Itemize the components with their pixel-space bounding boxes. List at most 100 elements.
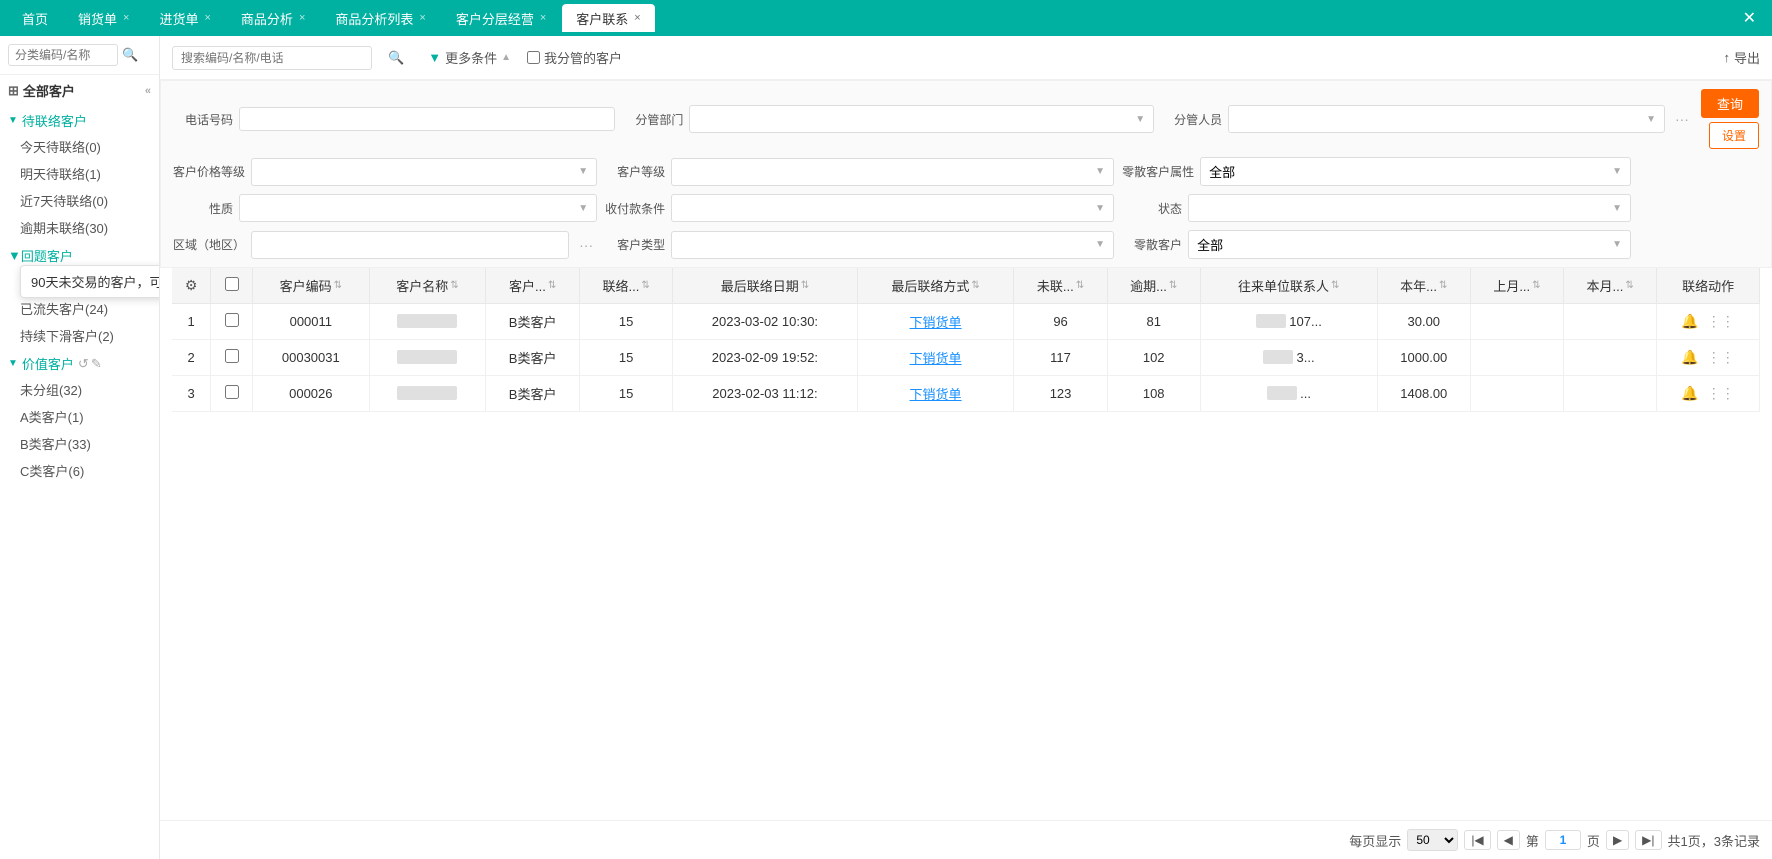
dept-select[interactable]: ▼ [689,105,1154,133]
search-button[interactable]: 🔍 [380,46,412,70]
cell-last-type[interactable]: 下销货单 [857,304,1014,340]
tab-product-analysis[interactable]: 商品分析 × [227,4,319,32]
sidebar-item-class-c[interactable]: C类客户(6) [0,457,159,484]
chevron-down-icon: ▼ [1612,239,1622,250]
row-checkbox[interactable] [225,385,239,399]
all-customers-header[interactable]: ⊞ 全部客户 « [0,75,159,106]
sidebar-group-at-risk[interactable]: ▼ 回题客户 90天未交易的客户，可能有流失风险。 [0,241,159,268]
th-this-year[interactable]: 本年... ⇅ [1377,268,1470,304]
close-icon[interactable]: × [299,12,305,24]
cell-checkbox[interactable] [211,340,253,376]
search-icon[interactable]: 🔍 [122,47,138,63]
page-number-input[interactable] [1545,830,1581,850]
th-overdue[interactable]: 逾期... ⇅ [1107,268,1200,304]
th-code[interactable]: 客户编码 ⇅ [253,268,370,304]
cell-checkbox[interactable] [211,304,253,340]
sidebar-item-unclassified[interactable]: 未分组(32) [0,376,159,403]
ellipsis-icon[interactable]: ··· [1671,111,1693,127]
sidebar-item-7days-pending[interactable]: 近7天待联络(0) [0,187,159,214]
cell-last-type[interactable]: 下销货单 [857,340,1014,376]
contact-action-icon[interactable]: 🔔 [1681,349,1698,366]
close-icon[interactable]: × [204,12,210,24]
nature-select[interactable]: ▼ [239,194,597,222]
more-conditions-button[interactable]: ▼ 更多条件 ▲ [420,44,519,71]
edit-icon[interactable]: ✎ [91,356,102,372]
tab-sales-order[interactable]: 销货单 × [64,4,143,32]
export-button[interactable]: ↑ 导出 [1723,48,1760,67]
prev-page-button[interactable]: ◀ [1497,830,1520,850]
sidebar-group-pending-contact[interactable]: ▼ 待联络客户 [0,106,159,133]
status-select[interactable]: ▼ [1188,194,1631,222]
settings-button[interactable]: 设置 [1709,122,1759,149]
th-last-month[interactable]: 上月... ⇅ [1470,268,1563,304]
tab-customer-segment[interactable]: 客户分层经营 × [442,4,560,32]
per-page-select[interactable]: 50 100 [1407,829,1458,851]
sidebar-item-overdue-no-contact[interactable]: 逾期未联络(30) [0,214,159,241]
price-level-label: 客户价格等级 [173,163,245,180]
price-level-select[interactable]: ▼ [251,158,597,186]
close-all-tabs-button[interactable]: ✕ [1735,8,1764,28]
sidebar-item-today-pending[interactable]: 今天待联络(0) [0,133,159,160]
th-customer-type[interactable]: 客户... ⇅ [486,268,580,304]
cell-last-type[interactable]: 下销货单 [857,376,1014,412]
search-input[interactable] [172,46,372,70]
sidebar-group-value-customers[interactable]: ▼ 价值客户 ↺ ✎ [0,349,159,376]
tab-customer-contact[interactable]: 客户联系 × [562,4,654,32]
close-icon[interactable]: × [540,12,546,24]
row-checkbox[interactable] [225,313,239,327]
sidebar-item-declining[interactable]: 持续下滑客户(2) [0,322,159,349]
row-checkbox[interactable] [225,349,239,363]
scatter-attr-select[interactable]: 全部 ▼ [1200,157,1631,186]
tab-purchase-order[interactable]: 进货单 × [145,4,224,32]
select-all-checkbox[interactable] [225,277,239,291]
close-icon[interactable]: × [123,12,129,24]
query-button[interactable]: 查询 [1701,89,1759,118]
tab-product-analysis-list[interactable]: 商品分析列表 × [321,4,439,32]
customer-type-select[interactable]: ▼ [671,231,1114,259]
sidebar-item-class-b[interactable]: B类客户(33) [0,430,159,457]
tab-home[interactable]: 首页 [8,4,62,32]
my-customers-checkbox-label[interactable]: 我分管的客户 [527,48,622,67]
gear-settings-icon[interactable]: ⚙ [185,277,198,293]
th-uncontacted[interactable]: 未联... ⇅ [1014,268,1107,304]
chevron-down-icon: ▼ [1095,239,1105,250]
more-action-icon[interactable]: ⋮⋮ [1707,385,1735,402]
th-contact-count[interactable]: 联络... ⇅ [580,268,673,304]
contact-action-icon[interactable]: 🔔 [1681,385,1698,402]
cell-last-date: 2023-02-09 19:52: [673,340,857,376]
next-page-button[interactable]: ▶ [1606,830,1629,850]
chevron-down-icon: ▼ [1095,166,1105,177]
th-name[interactable]: 客户名称 ⇅ [369,268,486,304]
cell-this-year: 1000.00 [1377,340,1470,376]
sidebar-item-class-a[interactable]: A类客户(1) [0,403,159,430]
payment-label: 收付款条件 [605,200,665,217]
last-page-button[interactable]: ▶| [1635,830,1661,850]
collapse-icon[interactable]: « [145,85,151,97]
cell-checkbox[interactable] [211,376,253,412]
sidebar-item-tomorrow-pending[interactable]: 明天待联络(1) [0,160,159,187]
contact-action-icon[interactable]: 🔔 [1681,313,1698,330]
manager-select[interactable]: ▼ [1228,105,1665,133]
payment-select[interactable]: ▼ [671,194,1114,222]
th-last-date[interactable]: 最后联络日期 ⇅ [673,268,857,304]
sidebar-search-input[interactable] [8,44,118,66]
th-last-type[interactable]: 最后联络方式 ⇅ [857,268,1014,304]
first-page-button[interactable]: |◀ [1464,830,1490,850]
scatter-select[interactable]: 全部 ▼ [1188,230,1631,259]
cell-contact-person: 107... [1200,304,1377,340]
th-this-month[interactable]: 本月... ⇅ [1564,268,1657,304]
th-contact-person[interactable]: 往来单位联系人 ⇅ [1200,268,1377,304]
filter-field-region: 区域（地区） ··· [173,231,597,259]
ellipsis-icon[interactable]: ··· [575,237,597,253]
table-row: 2 00030031 B类客户 15 2023-02-09 19:52: 下销货… [172,340,1760,376]
my-customers-checkbox[interactable] [527,51,540,64]
close-icon[interactable]: × [419,12,425,24]
sidebar-item-churned[interactable]: 已流失客户(24) [0,295,159,322]
more-action-icon[interactable]: ⋮⋮ [1707,313,1735,330]
phone-input[interactable] [239,107,615,131]
refresh-icon[interactable]: ↺ [78,356,89,372]
close-icon[interactable]: × [634,12,640,24]
region-select[interactable] [251,231,569,259]
more-action-icon[interactable]: ⋮⋮ [1707,349,1735,366]
customer-level-select[interactable]: ▼ [671,158,1114,186]
